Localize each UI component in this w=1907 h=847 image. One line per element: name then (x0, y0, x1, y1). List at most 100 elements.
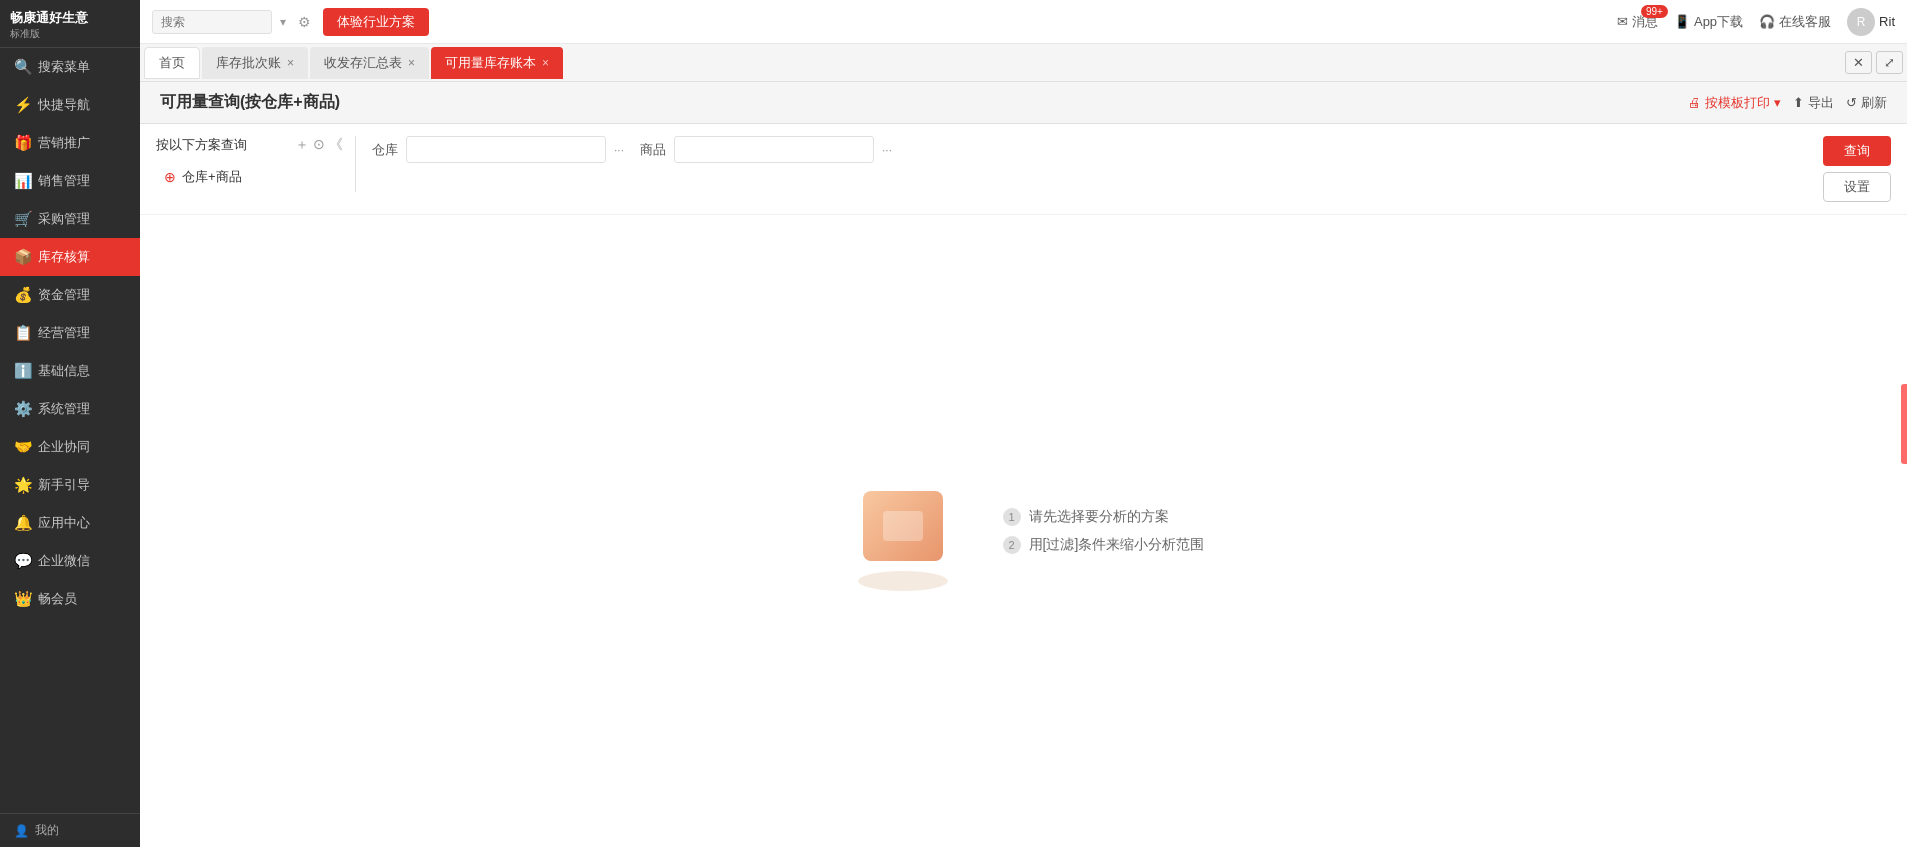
filter-row-1: 仓库 ··· 商品 ··· (372, 136, 1811, 163)
sidebar-item-label-finance: 资金管理 (38, 286, 90, 304)
query-button[interactable]: 查询 (1823, 136, 1891, 166)
quicknav-icon: ⚡ (14, 96, 32, 114)
topbar-right: ✉ 消息 99+ 📱 App下载 🎧 在线客服 R Rit (1617, 8, 1895, 36)
collapse-icon[interactable]: 《 (329, 136, 343, 154)
filter-fields: 仓库 ··· 商品 ··· (356, 136, 1811, 163)
export-label: 导出 (1808, 94, 1834, 112)
scheme-item-warehouse-goods[interactable]: ⊕ 仓库+商品 (156, 162, 343, 192)
customer-service-button[interactable]: 🎧 在线客服 (1759, 13, 1831, 31)
username: Rit (1879, 14, 1895, 29)
sidebar-item-purchase[interactable]: 🛒 采购管理 (0, 200, 140, 238)
empty-illustration (843, 471, 963, 591)
page-title: 可用量查询(按仓库+商品) (160, 92, 340, 113)
sidebar-item-label-appstore: 应用中心 (38, 514, 90, 532)
sidebar-item-marketing[interactable]: 🎁 营销推广 (0, 124, 140, 162)
sales-icon: 📊 (14, 172, 32, 190)
goods-field: 商品 ··· (640, 136, 892, 163)
tab-home[interactable]: 首页 (144, 47, 200, 79)
empty-shadow (858, 571, 948, 591)
gear-icon[interactable]: ⚙ (294, 10, 315, 34)
tip-number-1: 1 (1003, 508, 1021, 526)
message-button[interactable]: ✉ 消息 99+ (1617, 13, 1658, 31)
sidebar-item-label-vip: 畅会员 (38, 590, 77, 608)
search-input[interactable] (152, 10, 272, 34)
sidebar-item-operations[interactable]: 📋 经营管理 (0, 314, 140, 352)
settings-button[interactable]: 设置 (1823, 172, 1891, 202)
tab-close-batch[interactable]: × (287, 57, 294, 69)
goods-input[interactable] (674, 136, 874, 163)
empty-tip-1: 1 请先选择要分析的方案 (1003, 508, 1205, 526)
goods-label: 商品 (640, 141, 666, 159)
sidebar-nav: 🔍 搜索菜单 ⚡ 快捷导航 🎁 营销推广 📊 销售管理 🛒 采购管理 📦 库存核… (0, 48, 140, 813)
sidebar-item-newguide[interactable]: 🌟 新手引导 (0, 466, 140, 504)
empty-tip-2: 2 用[过滤]条件来缩小分析范围 (1003, 536, 1205, 554)
finance-icon: 💰 (14, 286, 32, 304)
refresh-button[interactable]: ↺ 刷新 (1846, 94, 1887, 112)
experience-button[interactable]: 体验行业方案 (323, 8, 429, 36)
goods-more-icon[interactable]: ··· (882, 143, 892, 157)
refresh-icon: ↺ (1846, 95, 1857, 110)
enterprise-icon: 🤝 (14, 438, 32, 456)
filter-area: 按以下方案查询 ＋ ⊙ 《 ⊕ 仓库+商品 仓库 (140, 124, 1907, 215)
sidebar-item-label-operations: 经营管理 (38, 324, 90, 342)
user-profile[interactable]: R Rit (1847, 8, 1895, 36)
sidebar-item-label-enterprise: 企业协同 (38, 438, 90, 456)
main-area: ▾ ⚙ 体验行业方案 ✉ 消息 99+ 📱 App下载 🎧 在线客服 R Rit (140, 0, 1907, 847)
sidebar-item-sales[interactable]: 📊 销售管理 (0, 162, 140, 200)
filter-scheme-header: 按以下方案查询 ＋ ⊙ 《 (156, 136, 343, 154)
warehouse-label: 仓库 (372, 141, 398, 159)
sidebar-item-label-purchase: 采购管理 (38, 210, 90, 228)
search-icon: 🔍 (14, 58, 32, 76)
add-scheme-icon[interactable]: ＋ (295, 136, 309, 154)
sidebar-item-label-sales: 销售管理 (38, 172, 90, 190)
sidebar-item-appstore[interactable]: 🔔 应用中心 (0, 504, 140, 542)
tab-label-available: 可用量库存账本 (445, 54, 536, 72)
app-download-button[interactable]: 📱 App下载 (1674, 13, 1743, 31)
filter-scheme-actions: ＋ ⊙ 《 (295, 136, 343, 154)
filter-scheme-title: 按以下方案查询 (156, 136, 247, 154)
tab-close-summary[interactable]: × (408, 57, 415, 69)
wechat-icon: 💬 (14, 552, 32, 570)
vip-icon: 👑 (14, 590, 32, 608)
empty-box-face (883, 511, 923, 541)
sidebar-item-label-system: 系统管理 (38, 400, 90, 418)
phone-icon: 📱 (1674, 14, 1690, 29)
scheme-item-icon: ⊕ (164, 169, 176, 185)
export-button[interactable]: ⬆ 导出 (1793, 94, 1834, 112)
sidebar-item-vip[interactable]: 👑 畅会员 (0, 580, 140, 618)
sidebar-item-finance[interactable]: 💰 资金管理 (0, 276, 140, 314)
operations-icon: 📋 (14, 324, 32, 342)
brand-tag: 标准版 (10, 27, 130, 41)
sidebar-item-system[interactable]: ⚙️ 系统管理 (0, 390, 140, 428)
empty-box (863, 491, 943, 561)
sidebar-item-enterprise[interactable]: 🤝 企业协同 (0, 428, 140, 466)
print-button[interactable]: 🖨 按模板打印 ▾ (1688, 94, 1781, 112)
tab-available[interactable]: 可用量库存账本 × (431, 47, 563, 79)
tabbar-actions: ✕ ⤢ (1845, 51, 1903, 74)
settings-scheme-icon[interactable]: ⊙ (313, 136, 325, 154)
chevron-down-icon[interactable]: ▾ (280, 15, 286, 29)
app-label: App下载 (1694, 13, 1743, 31)
avatar: R (1847, 8, 1875, 36)
warehouse-input[interactable] (406, 136, 606, 163)
tab-batch[interactable]: 库存批次账× (202, 47, 308, 79)
sidebar-item-search[interactable]: 🔍 搜索菜单 (0, 48, 140, 86)
sidebar-bottom[interactable]: 👤 我的 (0, 813, 140, 847)
appstore-icon: 🔔 (14, 514, 32, 532)
tab-summary[interactable]: 收发存汇总表× (310, 47, 429, 79)
sidebar-item-wechat[interactable]: 💬 企业微信 (0, 542, 140, 580)
print-icon: 🖨 (1688, 95, 1701, 110)
sidebar-item-quicknav[interactable]: ⚡ 快捷导航 (0, 86, 140, 124)
sidebar-item-inventory[interactable]: 📦 库存核算 (0, 238, 140, 276)
page-header: 可用量查询(按仓库+商品) 🖨 按模板打印 ▾ ⬆ 导出 ↺ 刷新 (140, 82, 1907, 124)
user-icon: 👤 (14, 824, 29, 838)
warehouse-more-icon[interactable]: ··· (614, 143, 624, 157)
tab-close-available[interactable]: × (542, 57, 549, 69)
close-tab-button[interactable]: ✕ (1845, 51, 1872, 74)
inventory-icon: 📦 (14, 248, 32, 266)
sidebar-item-basic[interactable]: ℹ️ 基础信息 (0, 352, 140, 390)
warehouse-field: 仓库 ··· (372, 136, 624, 163)
sidebar: 畅康通好生意 标准版 🔍 搜索菜单 ⚡ 快捷导航 🎁 营销推广 📊 销售管理 🛒… (0, 0, 140, 847)
query-actions: 查询 设置 (1811, 136, 1891, 202)
expand-button[interactable]: ⤢ (1876, 51, 1903, 74)
